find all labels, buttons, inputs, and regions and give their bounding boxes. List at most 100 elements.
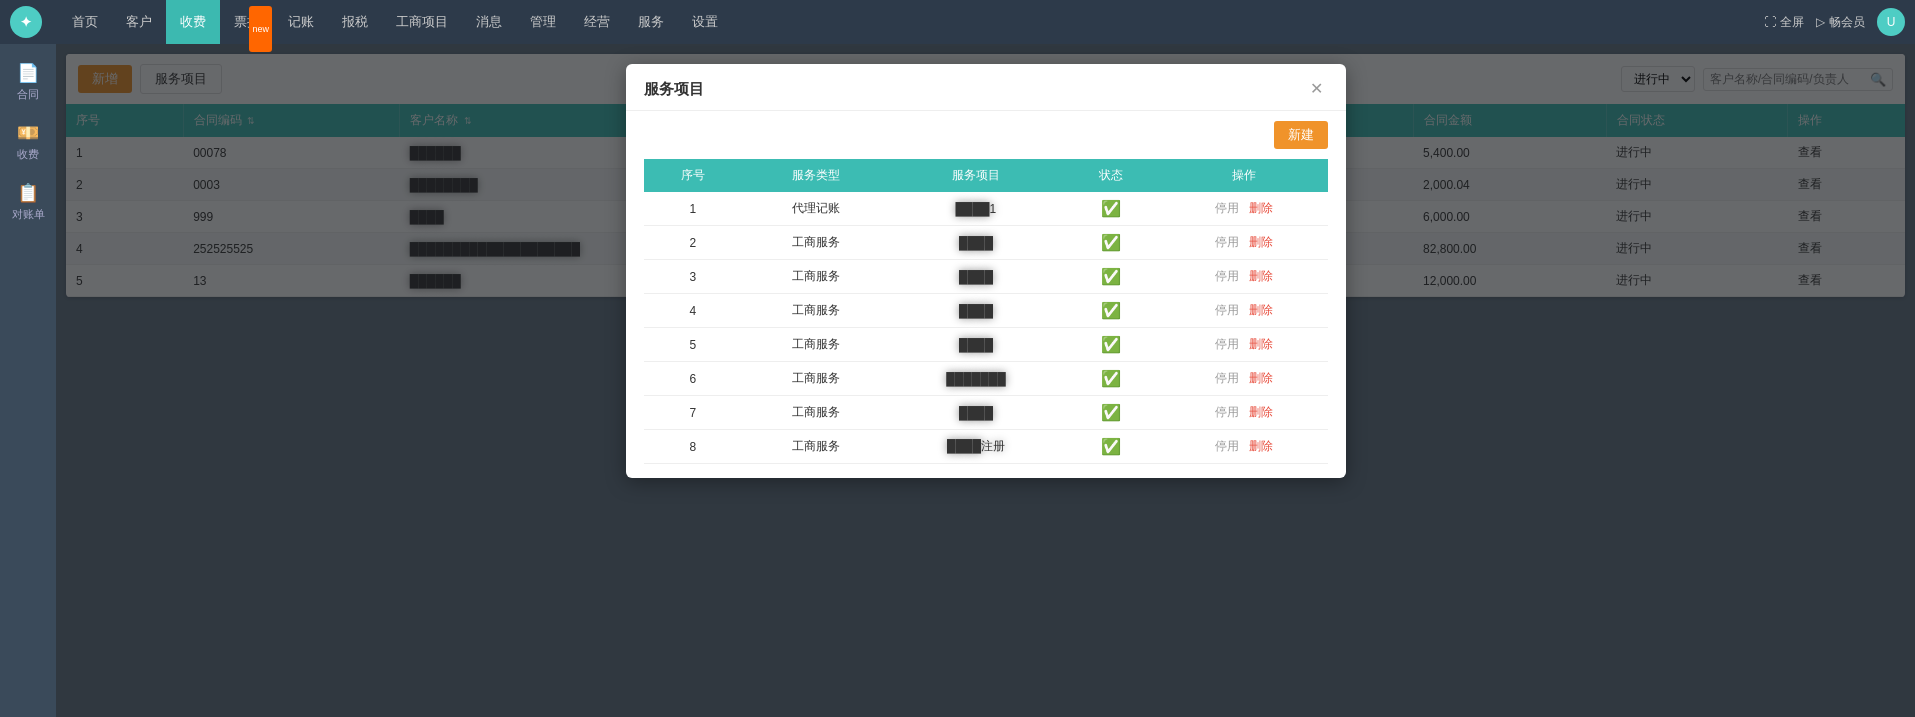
delete-button[interactable]: 删除: [1249, 235, 1273, 249]
nav-message[interactable]: 消息: [462, 0, 516, 44]
status-check-icon: ✅: [1101, 200, 1121, 217]
modal-col-action: 操作: [1160, 159, 1327, 192]
nav-business[interactable]: 工商项目: [382, 0, 462, 44]
stop-button[interactable]: 停用: [1215, 439, 1239, 453]
top-nav: ✦ 首页 客户 收费 票据 new 记账 报税 工商项目 消息 管理 经营 服务…: [0, 0, 1915, 44]
modal-cell-status: ✅: [1062, 328, 1161, 362]
modal-cell-type: 工商服务: [742, 362, 890, 396]
status-check-icon: ✅: [1101, 370, 1121, 387]
content-area: 新增 服务项目 进行中 🔍 序号 合同编码 ⇅: [56, 44, 1915, 717]
delete-button[interactable]: 删除: [1249, 303, 1273, 317]
modal-close-button[interactable]: ✕: [1306, 78, 1328, 100]
fullscreen-tool[interactable]: ⛶ 全屏: [1764, 14, 1804, 31]
modal-cell-item: ████: [890, 226, 1062, 260]
modal-table-row: 8 工商服务 ████注册 ✅ 停用 删除: [644, 430, 1328, 464]
modal-new-button[interactable]: 新建: [1274, 121, 1328, 149]
modal-table-row: 5 工商服务 ████ ✅ 停用 删除: [644, 328, 1328, 362]
fullscreen-icon: ⛶: [1764, 15, 1776, 29]
modal-toolbar: 新建: [626, 111, 1346, 159]
nav-customer[interactable]: 客户: [112, 0, 166, 44]
modal-table-row: 4 工商服务 ████ ✅ 停用 删除: [644, 294, 1328, 328]
nav-settings[interactable]: 设置: [678, 0, 732, 44]
video-icon: ▷: [1816, 15, 1825, 29]
sidebar-item-reconcile[interactable]: 📋 对账单: [3, 174, 53, 230]
stop-button[interactable]: 停用: [1215, 235, 1239, 249]
service-items-table: 序号 服务类型 服务项目 状态 操作 1 代理记账 ████1 ✅ 停用 删除: [644, 159, 1328, 464]
modal-cell-seq: 1: [644, 192, 743, 226]
sidebar-item-contract[interactable]: 📄 合同: [3, 54, 53, 110]
right-tools: ⛶ 全屏 ▷ 畅会员 U: [1764, 8, 1905, 36]
stop-button[interactable]: 停用: [1215, 269, 1239, 283]
modal-cell-action: 停用 删除: [1160, 362, 1327, 396]
new-badge: new: [249, 6, 272, 52]
delete-button[interactable]: 删除: [1249, 405, 1273, 419]
modal-cell-item: ████: [890, 328, 1062, 362]
modal-cell-status: ✅: [1062, 294, 1161, 328]
nav-tax[interactable]: 报税: [328, 0, 382, 44]
modal-cell-seq: 5: [644, 328, 743, 362]
nav-manage[interactable]: 管理: [516, 0, 570, 44]
modal-table-row: 3 工商服务 ████ ✅ 停用 删除: [644, 260, 1328, 294]
modal-col-seq: 序号: [644, 159, 743, 192]
avatar[interactable]: U: [1877, 8, 1905, 36]
modal-cell-type: 工商服务: [742, 430, 890, 464]
member-tool[interactable]: ▷ 畅会员: [1816, 14, 1865, 31]
modal-title: 服务项目: [644, 80, 704, 99]
modal-table-row: 6 工商服务 ███████ ✅ 停用 删除: [644, 362, 1328, 396]
modal-cell-action: 停用 删除: [1160, 396, 1327, 430]
stop-button[interactable]: 停用: [1215, 371, 1239, 385]
modal-overlay: 服务项目 ✕ 新建 序号 服务类型 服务项目 状态: [56, 44, 1915, 717]
sidebar: 📄 合同 💴 收费 📋 对账单: [0, 44, 56, 717]
status-check-icon: ✅: [1101, 268, 1121, 285]
nav-service[interactable]: 服务: [624, 0, 678, 44]
modal-table-row: 1 代理记账 ████1 ✅ 停用 删除: [644, 192, 1328, 226]
modal-cell-type: 工商服务: [742, 226, 890, 260]
modal-cell-seq: 4: [644, 294, 743, 328]
stop-button[interactable]: 停用: [1215, 337, 1239, 351]
reconcile-icon: 📋: [17, 182, 39, 204]
service-items-modal: 服务项目 ✕ 新建 序号 服务类型 服务项目 状态: [626, 64, 1346, 478]
modal-cell-seq: 2: [644, 226, 743, 260]
sidebar-item-fee[interactable]: 💴 收费: [3, 114, 53, 170]
status-check-icon: ✅: [1101, 438, 1121, 455]
modal-cell-type: 工商服务: [742, 396, 890, 430]
modal-cell-item: ████: [890, 396, 1062, 430]
fee-icon: 💴: [17, 122, 39, 144]
modal-cell-type: 工商服务: [742, 260, 890, 294]
nav-bookkeeping[interactable]: 记账: [274, 0, 328, 44]
modal-table-row: 7 工商服务 ████ ✅ 停用 删除: [644, 396, 1328, 430]
modal-cell-seq: 8: [644, 430, 743, 464]
delete-button[interactable]: 删除: [1249, 269, 1273, 283]
delete-button[interactable]: 删除: [1249, 371, 1273, 385]
status-check-icon: ✅: [1101, 234, 1121, 251]
modal-cell-item: ████: [890, 294, 1062, 328]
nav-fee[interactable]: 收费: [166, 0, 220, 44]
modal-cell-status: ✅: [1062, 362, 1161, 396]
status-check-icon: ✅: [1101, 302, 1121, 319]
nav-home[interactable]: 首页: [58, 0, 112, 44]
modal-cell-action: 停用 删除: [1160, 430, 1327, 464]
nav-invoice[interactable]: 票据 new: [220, 0, 274, 44]
app-logo: ✦: [10, 6, 42, 38]
modal-cell-action: 停用 删除: [1160, 192, 1327, 226]
modal-cell-action: 停用 删除: [1160, 328, 1327, 362]
modal-table-row: 2 工商服务 ████ ✅ 停用 删除: [644, 226, 1328, 260]
modal-cell-seq: 7: [644, 396, 743, 430]
nav-operation[interactable]: 经营: [570, 0, 624, 44]
stop-button[interactable]: 停用: [1215, 405, 1239, 419]
delete-button[interactable]: 删除: [1249, 201, 1273, 215]
modal-cell-action: 停用 删除: [1160, 226, 1327, 260]
stop-button[interactable]: 停用: [1215, 201, 1239, 215]
modal-col-item: 服务项目: [890, 159, 1062, 192]
modal-cell-seq: 3: [644, 260, 743, 294]
modal-cell-type: 工商服务: [742, 328, 890, 362]
main-layout: 📄 合同 💴 收费 📋 对账单 新增 服务项目 进行中: [0, 44, 1915, 717]
stop-button[interactable]: 停用: [1215, 303, 1239, 317]
modal-col-type: 服务类型: [742, 159, 890, 192]
modal-col-status: 状态: [1062, 159, 1161, 192]
modal-cell-status: ✅: [1062, 192, 1161, 226]
delete-button[interactable]: 删除: [1249, 337, 1273, 351]
modal-cell-status: ✅: [1062, 396, 1161, 430]
modal-cell-action: 停用 删除: [1160, 260, 1327, 294]
delete-button[interactable]: 删除: [1249, 439, 1273, 453]
